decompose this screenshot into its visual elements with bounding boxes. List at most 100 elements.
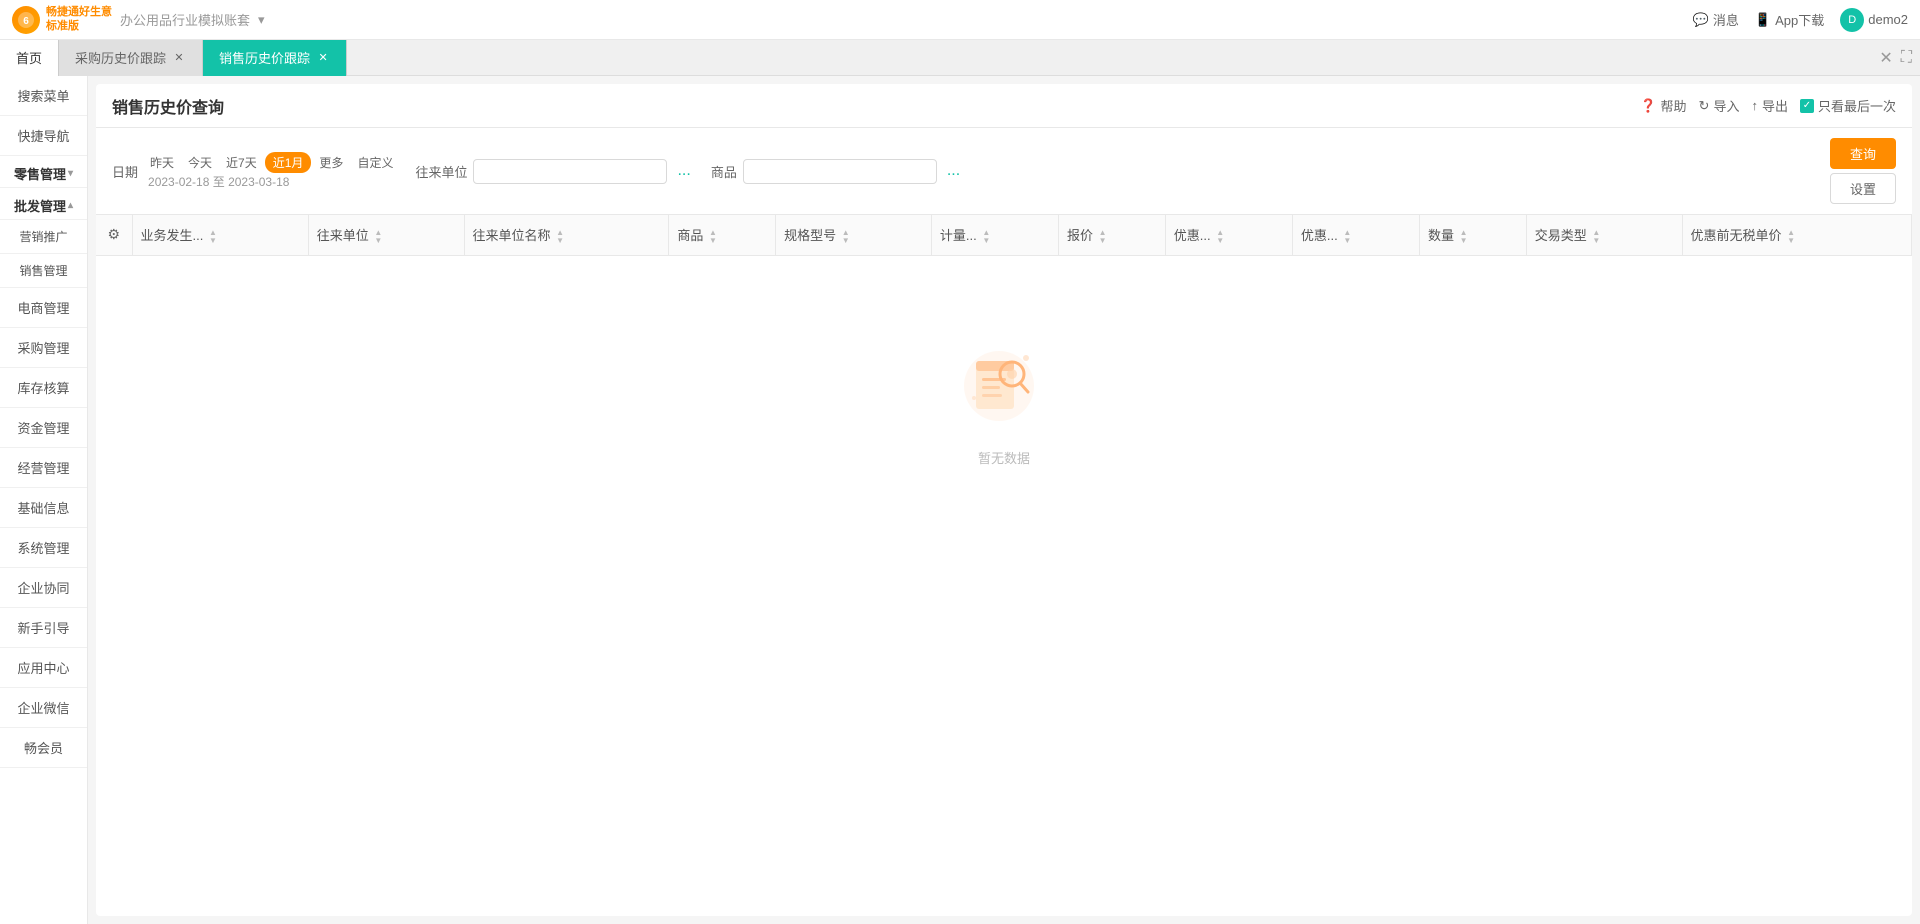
sidebar-item-marketing[interactable]: 营销推广 bbox=[0, 220, 87, 254]
tab-purchase-close-icon[interactable]: ✕ bbox=[172, 51, 186, 65]
logo-area: 6 畅捷通好生意 标准版 bbox=[12, 6, 112, 34]
table-header-discount2: 优惠... ▲▼ bbox=[1292, 215, 1419, 255]
sidebar-item-purchase-mgmt[interactable]: 采购管理 bbox=[0, 328, 87, 368]
only-last-checkbox-area[interactable]: ✓ 只看最后一次 bbox=[1800, 96, 1896, 115]
sidebar-item-wholesale-mgmt[interactable]: 批发管理 ▴ bbox=[0, 188, 87, 220]
sidebar-item-finance-mgmt[interactable]: 资金管理 bbox=[0, 408, 87, 448]
date-range-text: 2023-02-18 至 2023-03-18 bbox=[148, 175, 289, 189]
maximize-window-icon[interactable]: ⛶ bbox=[1901, 49, 1912, 67]
sidebar: 搜索菜单 快捷导航 零售管理 ▾ 批发管理 ▴ 营销推广 销售管理 电商管理 采… bbox=[0, 76, 88, 924]
phone-icon: 📱 bbox=[1755, 12, 1771, 28]
sort-partner-code-icon[interactable]: ▲▼ bbox=[374, 229, 382, 245]
setting-button[interactable]: 设置 bbox=[1830, 173, 1896, 204]
goods-filter-group: 商品 ... bbox=[711, 159, 964, 184]
partner-filter-dots-icon[interactable]: ... bbox=[673, 162, 694, 180]
sort-quote-icon[interactable]: ▲▼ bbox=[1099, 229, 1107, 245]
sidebar-item-ecommerce-mgmt[interactable]: 电商管理 bbox=[0, 288, 87, 328]
date-options-row: 昨天 今天 近7天 近1月 更多 自定义 2023-02-18 至 2023-0… bbox=[144, 152, 399, 190]
tab-bar: 首页 采购历史价跟踪 ✕ 销售历史价跟踪 ✕ ✕ ⛶ bbox=[0, 40, 1920, 76]
import-action[interactable]: ↻ 导入 bbox=[1699, 96, 1740, 115]
tab-purchase-history[interactable]: 采购历史价跟踪 ✕ bbox=[59, 40, 203, 76]
sidebar-item-inventory[interactable]: 库存核算 bbox=[0, 368, 87, 408]
sidebar-item-quick-nav[interactable]: 快捷导航 bbox=[0, 116, 87, 156]
sidebar-item-retail-mgmt[interactable]: 零售管理 ▾ bbox=[0, 156, 87, 188]
sort-quantity-icon[interactable]: ▲▼ bbox=[1460, 229, 1468, 245]
query-button[interactable]: 查询 bbox=[1830, 138, 1896, 169]
tab-bar-right: ✕ ⛶ bbox=[1879, 48, 1920, 68]
search-menu-label: 搜索菜单 bbox=[17, 86, 69, 105]
sidebar-item-search-menu[interactable]: 搜索菜单 bbox=[0, 76, 87, 116]
date-filter-label: 日期 bbox=[112, 162, 138, 181]
close-window-icon[interactable]: ✕ bbox=[1879, 48, 1892, 68]
goods-filter-input[interactable] bbox=[743, 159, 937, 184]
app-download-action[interactable]: 📱 App下载 bbox=[1755, 10, 1824, 29]
sidebar-item-system-mgmt[interactable]: 系统管理 bbox=[0, 528, 87, 568]
export-action[interactable]: ↑ 导出 bbox=[1751, 96, 1788, 115]
only-last-checkbox[interactable]: ✓ bbox=[1800, 99, 1814, 113]
tab-sales-close-icon[interactable]: ✕ bbox=[316, 51, 330, 65]
sidebar-item-sales-mgmt[interactable]: 销售管理 bbox=[0, 254, 87, 288]
date-options: 昨天 今天 近7天 近1月 更多 自定义 bbox=[144, 152, 399, 173]
retail-mgmt-arrow-icon: ▾ bbox=[68, 168, 73, 179]
header-right: 💬 消息 📱 App下载 D demo2 bbox=[1693, 8, 1908, 32]
help-action[interactable]: ❓ 帮助 bbox=[1640, 96, 1686, 115]
table-header-unit: 计量... ▲▼ bbox=[931, 215, 1058, 255]
goods-filter-dots-icon[interactable]: ... bbox=[943, 162, 964, 180]
partner-filter-input[interactable] bbox=[473, 159, 667, 184]
date-btn-yesterday[interactable]: 昨天 bbox=[144, 152, 180, 173]
sort-discount1-icon[interactable]: ▲▼ bbox=[1216, 229, 1224, 245]
date-btn-7days[interactable]: 近7天 bbox=[220, 152, 263, 173]
empty-text: 暂无数据 bbox=[978, 448, 1030, 467]
sort-unit-icon[interactable]: ▲▼ bbox=[982, 229, 990, 245]
logo-text: 畅捷通好生意 标准版 bbox=[46, 6, 112, 32]
main-layout: 搜索菜单 快捷导航 零售管理 ▾ 批发管理 ▴ 营销推广 销售管理 电商管理 采… bbox=[0, 76, 1920, 924]
avatar: D bbox=[1840, 8, 1864, 32]
table-header-spec: 规格型号 ▲▼ bbox=[776, 215, 932, 255]
goods-filter-label: 商品 bbox=[711, 162, 737, 181]
date-btn-custom[interactable]: 自定义 bbox=[351, 152, 399, 173]
content-area: 销售历史价查询 ❓ 帮助 ↻ 导入 ↑ 导出 ✓ bbox=[88, 76, 1920, 924]
sort-trade-type-icon[interactable]: ▲▼ bbox=[1592, 229, 1600, 245]
table-header-biz-date: 业务发生... ▲▼ bbox=[132, 215, 308, 255]
sidebar-item-basic-info[interactable]: 基础信息 bbox=[0, 488, 87, 528]
table-header-goods: 商品 ▲▼ bbox=[669, 215, 776, 255]
tab-sales-history[interactable]: 销售历史价跟踪 ✕ bbox=[203, 40, 347, 76]
partner-filter-group: 往来单位 ... bbox=[415, 159, 694, 184]
sort-goods-icon[interactable]: ▲▼ bbox=[709, 229, 717, 245]
table-header-settings[interactable]: ⚙ bbox=[96, 215, 132, 255]
sidebar-item-member[interactable]: 畅会员 bbox=[0, 728, 87, 768]
sort-discount2-icon[interactable]: ▲▼ bbox=[1343, 229, 1351, 245]
table-header-partner-name: 往来单位名称 ▲▼ bbox=[464, 215, 669, 255]
sort-spec-icon[interactable]: ▲▼ bbox=[842, 229, 850, 245]
message-icon: 💬 bbox=[1693, 12, 1709, 28]
data-table: ⚙ 业务发生... ▲▼ 往来单位 ▲▼ 往来单位名称 bbox=[96, 215, 1912, 256]
sort-partner-name-icon[interactable]: ▲▼ bbox=[556, 229, 564, 245]
date-btn-today[interactable]: 今天 bbox=[182, 152, 218, 173]
sidebar-item-enterprise-collab[interactable]: 企业协同 bbox=[0, 568, 87, 608]
message-action[interactable]: 💬 消息 bbox=[1693, 10, 1739, 29]
sort-tax-free-price-icon[interactable]: ▲▼ bbox=[1787, 229, 1795, 245]
breadcrumb: 办公用品行业模拟账套 bbox=[120, 10, 250, 29]
tab-home[interactable]: 首页 bbox=[0, 40, 59, 76]
table-header-tax-free-price: 优惠前无税单价 ▲▼ bbox=[1682, 215, 1911, 255]
help-icon: ❓ bbox=[1640, 98, 1656, 114]
gear-icon[interactable]: ⚙ bbox=[107, 226, 120, 242]
user-avatar-area[interactable]: D demo2 bbox=[1840, 8, 1908, 32]
sort-biz-date-icon[interactable]: ▲▼ bbox=[209, 229, 217, 245]
header-left: 6 畅捷通好生意 标准版 办公用品行业模拟账套 ▾ bbox=[12, 6, 265, 34]
sidebar-item-enterprise-wechat[interactable]: 企业微信 bbox=[0, 688, 87, 728]
date-filter-group: 日期 昨天 今天 近7天 近1月 更多 自定义 2023-02-18 至 202… bbox=[112, 152, 399, 190]
page-title-bar: 销售历史价查询 ❓ 帮助 ↻ 导入 ↑ 导出 ✓ bbox=[96, 84, 1912, 128]
sidebar-item-app-center[interactable]: 应用中心 bbox=[0, 648, 87, 688]
sidebar-item-guide[interactable]: 新手引导 bbox=[0, 608, 87, 648]
sidebar-item-operations-mgmt[interactable]: 经营管理 bbox=[0, 448, 87, 488]
page-content: 销售历史价查询 ❓ 帮助 ↻ 导入 ↑ 导出 ✓ bbox=[96, 84, 1912, 916]
action-btns: 查询 设置 bbox=[1830, 138, 1896, 204]
date-btn-1month[interactable]: 近1月 bbox=[265, 152, 312, 173]
import-icon: ↻ bbox=[1699, 98, 1710, 114]
quick-nav-label: 快捷导航 bbox=[17, 126, 69, 145]
table-container: ⚙ 业务发生... ▲▼ 往来单位 ▲▼ 往来单位名称 bbox=[96, 215, 1912, 916]
date-btn-more[interactable]: 更多 bbox=[313, 152, 349, 173]
empty-state: 暂无数据 bbox=[96, 256, 1912, 547]
breadcrumb-dropdown-icon[interactable]: ▾ bbox=[258, 12, 265, 28]
